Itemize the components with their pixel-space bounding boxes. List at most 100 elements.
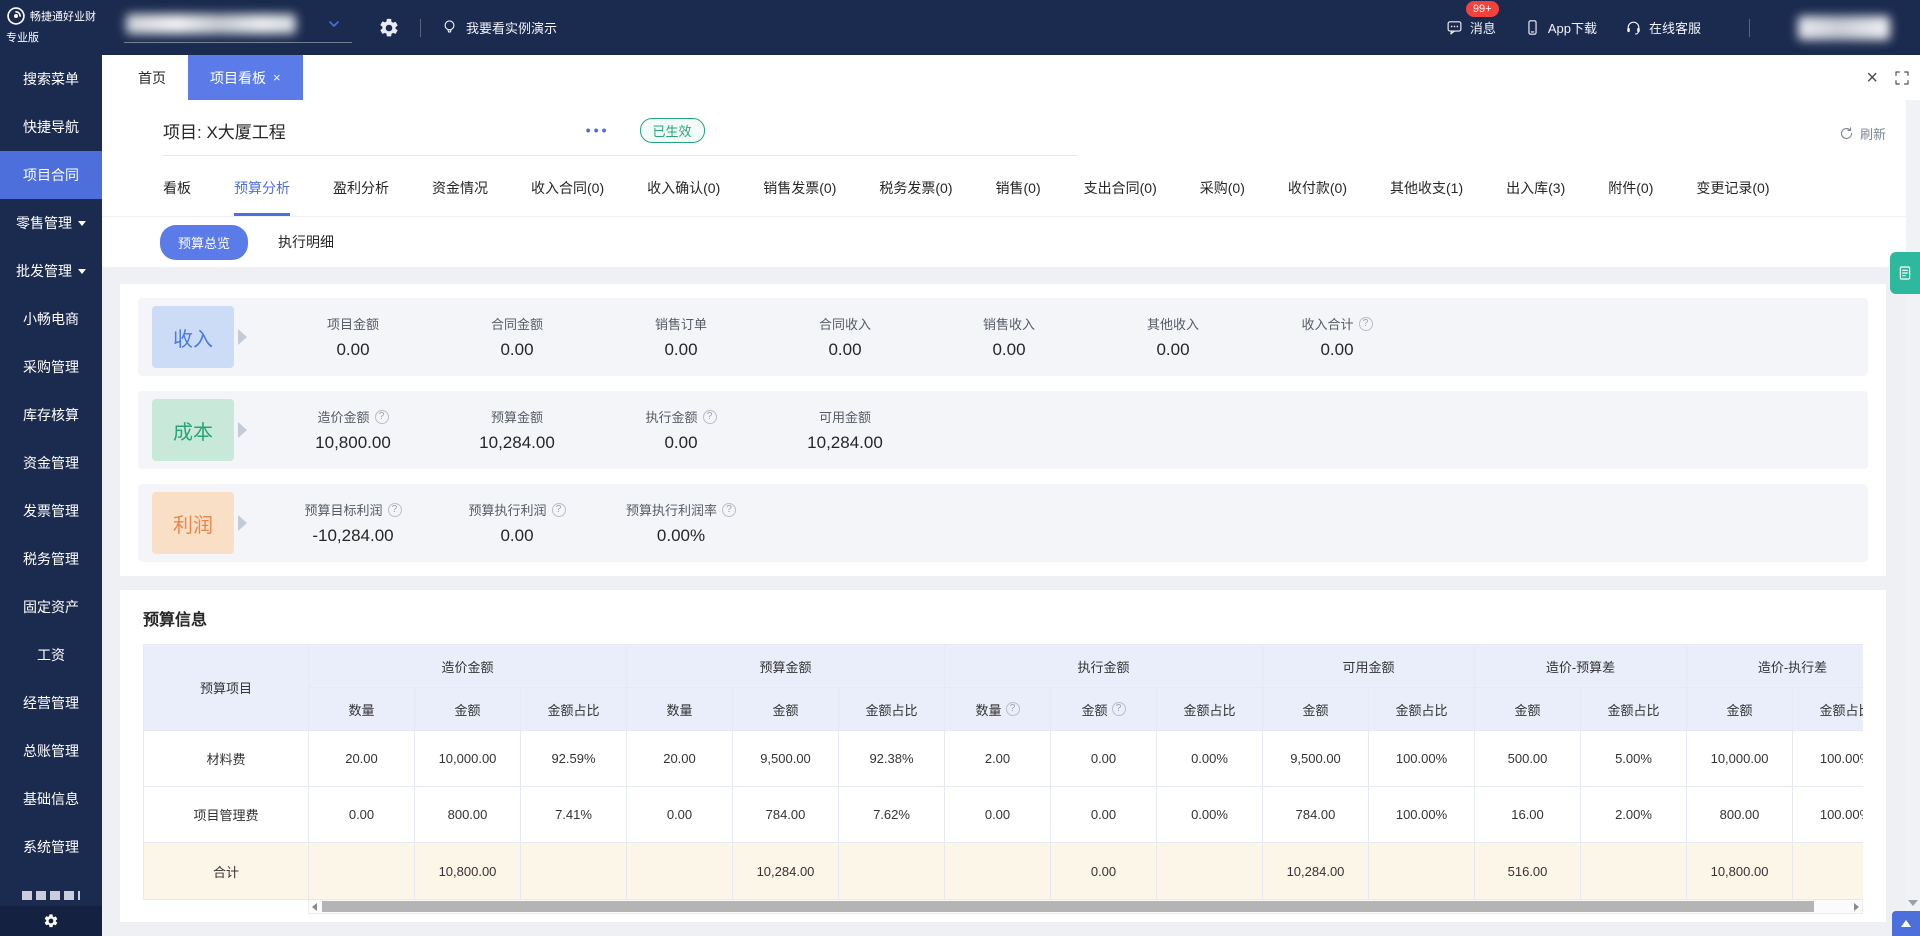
tab-tax-invoice[interactable]: 税务发票(0)	[879, 163, 952, 216]
tab-expense-contract[interactable]: 支出合同(0)	[1084, 163, 1157, 216]
sidebar-item-basic-info[interactable]: 基础信息	[0, 775, 102, 823]
project-title-field: 项目: X大厦工程 ••• 已生效	[163, 117, 1077, 156]
tab-change-log[interactable]: 变更记录(0)	[1696, 163, 1769, 216]
message-bubble-icon	[1447, 21, 1462, 35]
help-icon[interactable]	[374, 409, 389, 424]
tab-sales-invoice[interactable]: 销售发票(0)	[763, 163, 836, 216]
messages-button[interactable]: 99+ 消息	[1446, 1, 1499, 37]
refresh-button[interactable]: 刷新	[1839, 124, 1886, 149]
sidebar-item-quick-nav[interactable]: 快捷导航	[0, 103, 102, 151]
subcol-header: 金额	[1262, 687, 1369, 731]
help-icon[interactable]	[702, 409, 717, 424]
tab-budget-analysis[interactable]: 预算分析	[234, 163, 290, 216]
sidebar-item-project-contract[interactable]: 项目合同	[0, 151, 102, 199]
back-to-top-button[interactable]	[1892, 911, 1920, 936]
group-header-available: 可用金额	[1261, 644, 1476, 688]
cell-variance: 100.00%	[1792, 730, 1863, 787]
close-all-icon[interactable]: ×	[1866, 68, 1878, 88]
help-icon[interactable]	[1005, 702, 1020, 716]
sidebar-item-invoice[interactable]: 发票管理	[0, 487, 102, 535]
subcol-header: 金额	[732, 687, 839, 731]
more-actions-icon[interactable]: •••	[586, 122, 610, 138]
tab-kanban[interactable]: 看板	[163, 163, 191, 216]
cell-variance: 16.00	[1474, 786, 1582, 843]
metric-budget-exec-profit: 预算执行利润0.00	[435, 500, 599, 546]
subcol-header: 金额占比	[1367, 687, 1476, 731]
workspace-name-redacted	[126, 14, 296, 34]
sidebar-item-inventory-accounting[interactable]: 库存核算	[0, 391, 102, 439]
app-download-button[interactable]: App下载	[1524, 18, 1597, 37]
scroll-right-icon[interactable]	[1854, 903, 1859, 911]
sidebar-item-purchase[interactable]: 采购管理	[0, 343, 102, 391]
subcol-header: 金额	[414, 687, 521, 731]
tab-sales[interactable]: 销售(0)	[996, 163, 1041, 216]
sidebar-item-funds[interactable]: 资金管理	[0, 439, 102, 487]
tab-payments[interactable]: 收付款(0)	[1288, 163, 1347, 216]
settings-gear-icon[interactable]	[378, 17, 400, 39]
subcol-header: 金额占比	[1156, 687, 1263, 731]
metric-income-total: 收入合计0.00	[1255, 314, 1419, 360]
chevron-right-icon[interactable]	[238, 329, 247, 345]
chevron-down-icon[interactable]	[326, 16, 342, 32]
help-icon[interactable]	[551, 502, 566, 517]
scrollbar-thumb[interactable]	[322, 901, 1814, 912]
cell	[1792, 842, 1863, 900]
tab-attachments[interactable]: 附件(0)	[1608, 163, 1653, 216]
help-icon[interactable]	[1358, 316, 1373, 331]
scroll-down-icon[interactable]	[1908, 900, 1918, 906]
tab-income-confirm[interactable]: 收入确认(0)	[647, 163, 720, 216]
quick-note-side-button[interactable]	[1890, 252, 1920, 294]
tab-stock-io[interactable]: 出入库(3)	[1506, 163, 1565, 216]
tab-home[interactable]: 首页	[116, 55, 188, 100]
headset-icon	[1627, 21, 1640, 35]
cell-variance: 5.00%	[1580, 730, 1688, 787]
sidebar-item-operations[interactable]: 经营管理	[0, 679, 102, 727]
demo-label: 我要看实例演示	[466, 21, 558, 36]
cell: 0.00	[944, 786, 1051, 843]
brand-name: 畅捷通好业财	[30, 11, 96, 23]
cell: 784.00	[732, 786, 839, 843]
sidebar-item-payroll[interactable]: 工资	[0, 631, 102, 679]
subcol-header: 金额	[1474, 687, 1582, 731]
sidebar-item-system[interactable]: 系统管理	[0, 823, 102, 871]
sidebar-settings-button[interactable]	[0, 906, 102, 936]
subcol-header: 数量	[944, 687, 1051, 731]
tab-income-contract[interactable]: 收入合同(0)	[531, 163, 604, 216]
tab-project-board[interactable]: 项目看板 ×	[188, 55, 303, 100]
sidebar-item-fixed-assets[interactable]: 固定资产	[0, 583, 102, 631]
workspace-selector[interactable]	[124, 12, 352, 43]
help-icon[interactable]	[387, 502, 402, 517]
help-icon[interactable]	[1111, 702, 1126, 716]
budget-table: 预算项目 造价金额 预算金额 执行金额 可用金额 造价-预算差 造价-执行差 数…	[143, 644, 1863, 900]
table-row-project-management: 项目管理费 0.00 800.00 7.41% 0.00 784.00 7.62…	[143, 786, 1863, 843]
sidebar-item-general-ledger[interactable]: 总账管理	[0, 727, 102, 775]
tab-funds-status[interactable]: 资金情况	[432, 163, 488, 216]
tab-purchase[interactable]: 采购(0)	[1200, 163, 1245, 216]
metric-budget-exec-profit-rate: 预算执行利润率0.00%	[599, 500, 763, 546]
chevron-right-icon[interactable]	[238, 515, 247, 531]
scroll-left-icon[interactable]	[312, 903, 317, 911]
row-name: 项目管理费	[143, 786, 309, 843]
subtab-budget-overview[interactable]: 预算总览	[160, 224, 249, 260]
tab-profit-analysis[interactable]: 盈利分析	[333, 163, 389, 216]
horizontal-scrollbar[interactable]	[308, 900, 1863, 914]
cell: 100.00%	[1367, 786, 1476, 843]
sidebar-item-search-menu[interactable]: 搜索菜单	[0, 55, 102, 103]
sidebar-item-wholesale[interactable]: 批发管理	[0, 247, 102, 295]
sidebar-item-ecommerce[interactable]: 小畅电商	[0, 295, 102, 343]
online-support-button[interactable]: 在线客服	[1625, 18, 1701, 37]
metric-sales-income: 销售收入 0.00	[982, 317, 1035, 359]
fullscreen-icon[interactable]	[1894, 70, 1910, 86]
vertical-scrollbar-rail[interactable]	[1906, 100, 1920, 936]
demo-link[interactable]: 我要看实例演示	[441, 18, 557, 37]
chevron-right-icon[interactable]	[238, 422, 247, 438]
sidebar-item-tax[interactable]: 税务管理	[0, 535, 102, 583]
tab-other-income-expense[interactable]: 其他收支(1)	[1390, 163, 1463, 216]
user-account-redacted[interactable]	[1798, 15, 1890, 40]
subtab-execution-detail[interactable]: 执行明细	[278, 232, 334, 252]
cell: 20.00	[308, 730, 415, 787]
col-header-item: 预算项目	[143, 644, 309, 731]
sidebar-item-retail[interactable]: 零售管理	[0, 199, 102, 247]
help-icon[interactable]	[722, 502, 736, 517]
tab-close-icon[interactable]: ×	[273, 70, 281, 85]
